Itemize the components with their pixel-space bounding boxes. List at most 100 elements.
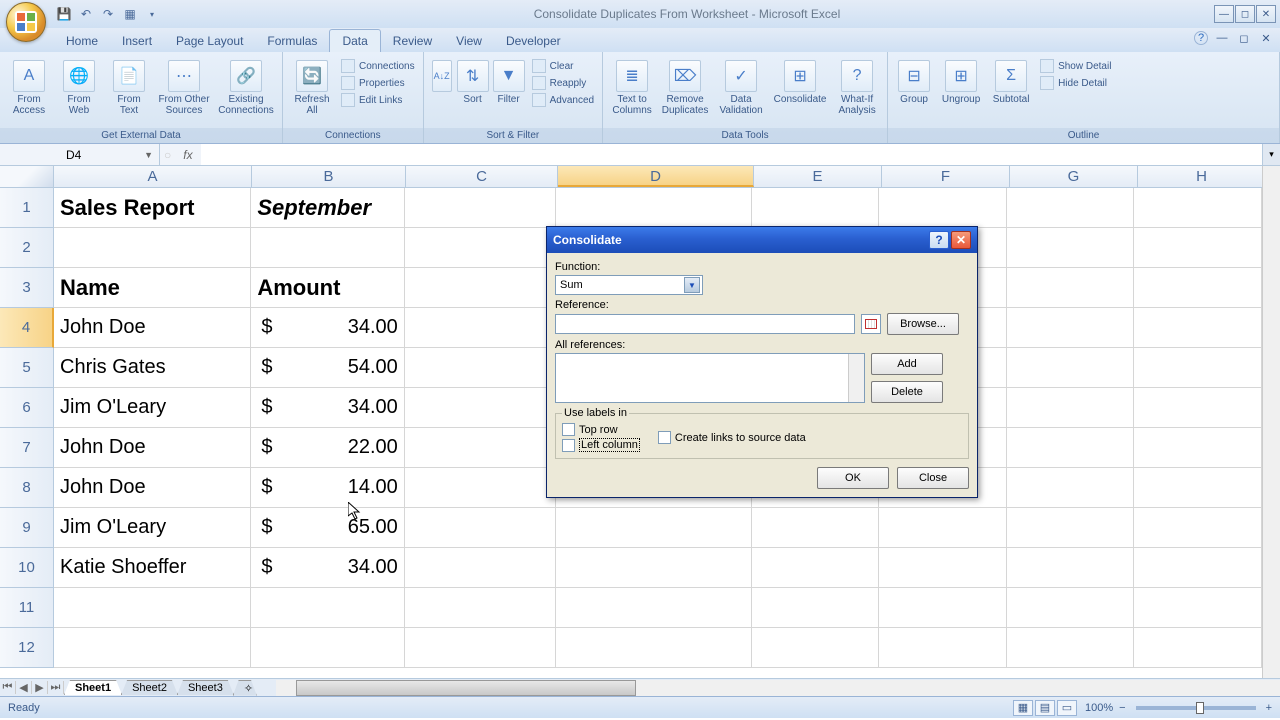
hide-detail-button[interactable]: Hide Detail: [1038, 75, 1113, 91]
zoom-in-icon[interactable]: +: [1266, 702, 1272, 714]
cell[interactable]: [405, 628, 557, 668]
subtotal-button[interactable]: ΣSubtotal: [988, 58, 1034, 107]
cell[interactable]: $34.00: [251, 548, 404, 588]
formula-expand-icon[interactable]: ▾: [1262, 144, 1280, 165]
dialog-titlebar[interactable]: Consolidate ? ✕: [547, 227, 977, 253]
cell[interactable]: John Doe: [54, 468, 251, 508]
tab-developer[interactable]: Developer: [494, 30, 573, 52]
cell[interactable]: [1134, 468, 1262, 508]
maximize-button[interactable]: ◻: [1235, 5, 1255, 23]
from-web-button[interactable]: 🌐From Web: [56, 58, 102, 118]
column-header[interactable]: A: [54, 166, 252, 187]
close-button[interactable]: ✕: [1256, 5, 1276, 23]
cell[interactable]: [1134, 188, 1262, 228]
cancel-formula-icon[interactable]: ○: [160, 148, 175, 162]
cell[interactable]: [752, 628, 880, 668]
advanced-button[interactable]: Advanced: [530, 92, 596, 108]
cell[interactable]: [1007, 428, 1135, 468]
cell[interactable]: [1007, 308, 1135, 348]
cell[interactable]: [1134, 268, 1262, 308]
add-button[interactable]: Add: [871, 353, 943, 375]
cell[interactable]: [1007, 348, 1135, 388]
chevron-down-icon[interactable]: ▼: [144, 150, 153, 160]
sheet-tab-2[interactable]: Sheet2: [121, 680, 178, 695]
cell[interactable]: [405, 588, 557, 628]
cell[interactable]: [405, 228, 557, 268]
row-header[interactable]: 12: [0, 628, 54, 668]
properties-button[interactable]: Properties: [339, 75, 417, 91]
cell[interactable]: [1134, 588, 1262, 628]
text-to-columns-button[interactable]: ≣Text to Columns: [609, 58, 655, 118]
fx-icon[interactable]: fx: [175, 148, 200, 162]
undo-icon[interactable]: ↶: [78, 6, 94, 22]
all-references-list[interactable]: [555, 353, 865, 403]
column-header[interactable]: D: [558, 166, 754, 187]
cell[interactable]: [752, 188, 880, 228]
cell[interactable]: Katie Shoeffer: [54, 548, 251, 588]
reference-input[interactable]: [555, 314, 855, 334]
tab-insert[interactable]: Insert: [110, 30, 164, 52]
row-header[interactable]: 8: [0, 468, 54, 508]
function-dropdown[interactable]: Sum ▼: [555, 275, 703, 295]
reapply-button[interactable]: Reapply: [530, 75, 596, 91]
column-header[interactable]: G: [1010, 166, 1138, 187]
row-header[interactable]: 2: [0, 228, 54, 268]
create-links-checkbox[interactable]: Create links to source data: [658, 431, 806, 444]
ribbon-minimize-icon[interactable]: —: [1214, 30, 1230, 46]
tab-nav-last-icon[interactable]: ⏭: [48, 681, 64, 694]
column-header[interactable]: H: [1138, 166, 1266, 187]
cell[interactable]: John Doe: [54, 428, 251, 468]
cell[interactable]: [1134, 228, 1262, 268]
data-validation-button[interactable]: ✓Data Validation: [715, 58, 767, 118]
cell[interactable]: [54, 228, 251, 268]
cell[interactable]: September: [251, 188, 404, 228]
cell[interactable]: [1007, 468, 1135, 508]
row-header[interactable]: 3: [0, 268, 54, 308]
qat-customize-icon[interactable]: ▾: [144, 6, 160, 22]
office-button[interactable]: [6, 2, 46, 42]
row-header[interactable]: 4: [0, 308, 54, 348]
ungroup-button[interactable]: ⊞Ungroup: [938, 58, 984, 107]
cell[interactable]: [556, 628, 751, 668]
tab-data[interactable]: Data: [329, 29, 380, 52]
top-row-checkbox[interactable]: Top row: [562, 423, 640, 436]
page-break-view-icon[interactable]: ▭: [1057, 700, 1077, 716]
column-header[interactable]: F: [882, 166, 1010, 187]
cell[interactable]: $34.00: [251, 388, 404, 428]
cell[interactable]: [251, 588, 404, 628]
filter-button[interactable]: ▼Filter: [492, 58, 526, 107]
cell[interactable]: [405, 388, 557, 428]
cell[interactable]: [556, 508, 751, 548]
cell[interactable]: [879, 588, 1007, 628]
from-access-button[interactable]: AFrom Access: [6, 58, 52, 118]
formula-input[interactable]: [201, 144, 1262, 165]
tab-review[interactable]: Review: [381, 30, 444, 52]
cell[interactable]: Chris Gates: [54, 348, 251, 388]
cell[interactable]: Name: [54, 268, 251, 308]
cell[interactable]: [1134, 628, 1262, 668]
cell[interactable]: [1134, 548, 1262, 588]
cell[interactable]: [879, 188, 1007, 228]
ok-button[interactable]: OK: [817, 467, 889, 489]
qat-print-icon[interactable]: ▦: [122, 6, 138, 22]
cell[interactable]: [1007, 548, 1135, 588]
row-header[interactable]: 11: [0, 588, 54, 628]
tab-view[interactable]: View: [444, 30, 494, 52]
from-text-button[interactable]: 📄From Text: [106, 58, 152, 118]
cell[interactable]: [1007, 628, 1135, 668]
dialog-help-button[interactable]: ?: [929, 231, 949, 249]
column-header[interactable]: B: [252, 166, 406, 187]
help-icon[interactable]: ?: [1194, 31, 1208, 45]
cell[interactable]: [54, 628, 251, 668]
cell[interactable]: [251, 228, 404, 268]
minimize-button[interactable]: —: [1214, 5, 1234, 23]
tab-home[interactable]: Home: [54, 30, 110, 52]
normal-view-icon[interactable]: ▦: [1013, 700, 1033, 716]
cell[interactable]: Jim O'Leary: [54, 508, 251, 548]
cell[interactable]: [556, 588, 751, 628]
cell[interactable]: [1134, 308, 1262, 348]
tab-page-layout[interactable]: Page Layout: [164, 30, 255, 52]
cell[interactable]: Jim O'Leary: [54, 388, 251, 428]
close-dialog-button[interactable]: Close: [897, 467, 969, 489]
cell[interactable]: John Doe: [54, 308, 251, 348]
